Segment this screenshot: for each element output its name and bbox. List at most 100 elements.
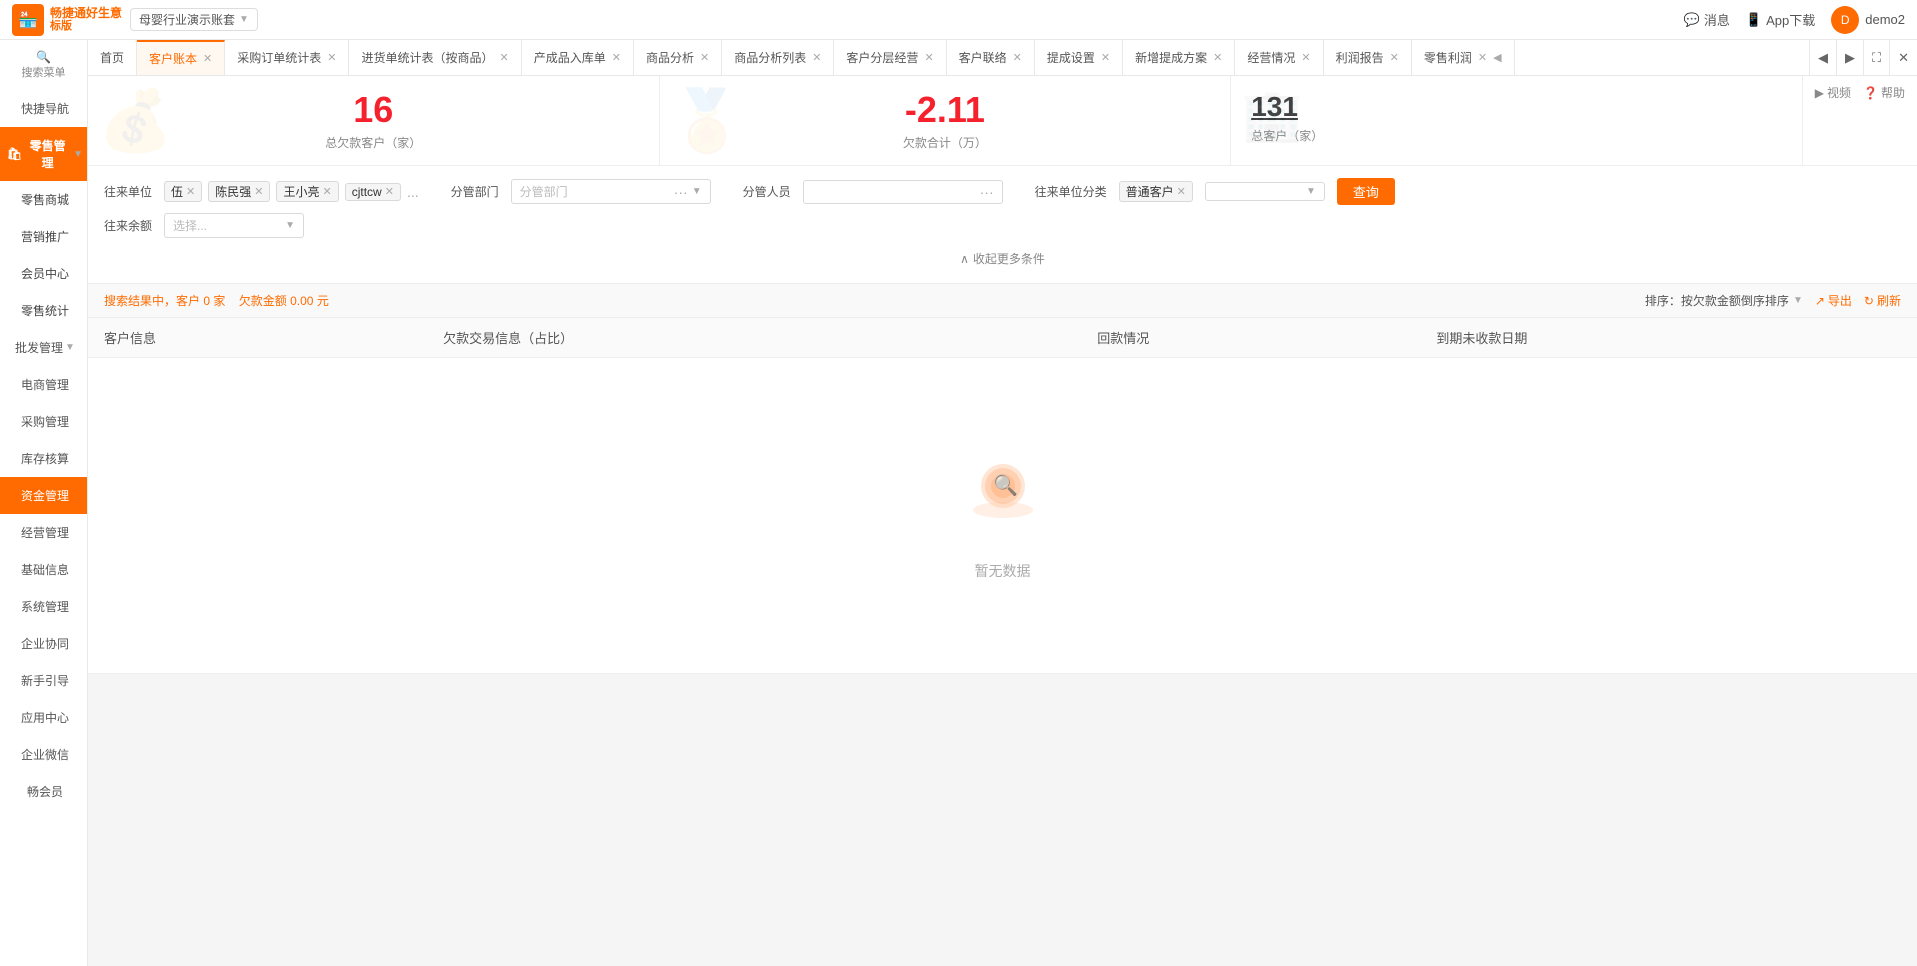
refresh-button[interactable]: ↻ 刷新 [1864,292,1901,309]
top-bar-right: 💬 消息 📱 App下载 D demo2 [1684,6,1905,34]
table-header-row: 客户信息 欠款交易信息（占比） 回款情况 到期未收款日期 [88,318,1917,358]
top-bar: 🏪 畅捷通好生意 标版 母婴行业演示账套 ▼ 💬 消息 📱 App下载 D de… [0,0,1917,40]
refresh-icon: ↻ [1864,294,1874,308]
stat-label-debt-customers: 总欠款客户（家） [325,134,421,151]
sidebar-item-quick-nav[interactable]: 快捷导航 [0,90,87,127]
sidebar-item-ecommerce[interactable]: 电商管理 [0,366,87,403]
tab-close-icon[interactable]: ✕ [812,51,821,64]
tag-close-wang[interactable]: ✕ [323,185,332,198]
collapse-button[interactable]: ∧ 收起更多条件 [960,250,1045,267]
tag-close-wu[interactable]: ✕ [186,185,195,198]
stats-bar: 💰 16 总欠款客户（家） 🏅 -2.11 欠款合计（万） 🏢 131 总客户（… [88,76,1917,166]
account-selector[interactable]: 母婴行业演示账套 ▼ [130,8,258,31]
sidebar-item-member-center[interactable]: 会员中心 [0,255,87,292]
unit-tag-wang: 王小亮 ✕ [276,181,338,202]
tab-new-commission[interactable]: 新增提成方案 ✕ [1123,40,1235,75]
more-tags-button[interactable]: ... [407,184,419,200]
empty-icon: 🔍 [963,450,1043,549]
tab-close-icon[interactable]: ✕ [700,51,709,64]
sort-selector[interactable]: 排序：按欠款金额倒序排序 ▼ [1645,292,1803,309]
tab-close-icon[interactable]: ✕ [327,51,336,64]
tab-home[interactable]: 首页 [88,40,137,75]
stat-total-debt-amount: 🏅 -2.11 欠款合计（万） [660,76,1232,165]
tab-profit-report[interactable]: 利润报告 ✕ [1324,40,1412,75]
category-select[interactable]: ▼ [1205,182,1325,201]
video-button[interactable]: ▶ 视频 [1815,84,1851,101]
tab-close-icon[interactable]: ✕ [1213,51,1222,64]
tab-product-analysis[interactable]: 商品分析 ✕ [634,40,722,75]
tab-close-icon[interactable]: ✕ [203,52,212,65]
tab-retail-profit[interactable]: 零售利润 ✕ ◀ [1412,40,1515,75]
tab-customer-ledger[interactable]: 客户账本 ✕ [137,40,225,75]
tab-close-icon[interactable]: ✕ [1301,51,1310,64]
tab-purchase-stats-by-product[interactable]: 进货单统计表（按商品） ✕ [349,40,521,75]
tab-prev-button[interactable]: ◀ [1809,40,1836,75]
building-bg-icon: 🏢 [1241,86,1792,145]
staff-select[interactable]: ··· [803,180,1003,204]
tab-bar: 首页 客户账本 ✕ 采购订单统计表 ✕ 进货单统计表（按商品） ✕ 产成品入库单… [88,40,1917,76]
brand-icon: 🏪 [12,4,44,36]
tab-customer-tier[interactable]: 客户分层经营 ✕ [834,40,946,75]
tab-close-icon[interactable]: ✕ [1101,51,1110,64]
sidebar-item-retail-shop[interactable]: 零售商城 [0,181,87,218]
tab-finished-goods[interactable]: 产成品入库单 ✕ [522,40,634,75]
phone-icon: 📱 [1746,12,1762,28]
sidebar-search[interactable]: 🔍 搜索菜单 [0,40,87,90]
sidebar-item-chang-member[interactable]: 畅会员 [0,773,87,810]
stat-total-debt-customers: 💰 16 总欠款客户（家） [88,76,660,165]
tab-commission-settings[interactable]: 提成设置 ✕ [1035,40,1123,75]
tab-purchase-order-stats[interactable]: 采购订单统计表 ✕ [225,40,349,75]
sidebar-item-system[interactable]: 系统管理 [0,588,87,625]
sidebar-item-enterprise-collab[interactable]: 企业协同 [0,625,87,662]
tab-close-icon[interactable]: ✕ [1478,51,1487,64]
stat-bar-actions: ▶ 视频 ❓ 帮助 [1803,76,1917,165]
balance-select[interactable]: 选择... ▼ [164,213,304,238]
tab-close-icon[interactable]: ✕ [1013,51,1022,64]
chevron-icon: ▼ [73,149,83,160]
sidebar-item-retail-stats[interactable]: 零售统计 [0,292,87,329]
app-download-button[interactable]: 📱 App下载 [1746,10,1815,29]
sidebar-item-app-center[interactable]: 应用中心 [0,699,87,736]
sidebar-item-newcomer[interactable]: 新手引导 [0,662,87,699]
sidebar-item-operations[interactable]: 经营管理 [0,514,87,551]
export-button[interactable]: ↗ 导出 [1815,292,1852,309]
message-button[interactable]: 💬 消息 [1684,10,1730,29]
tag-close-chen[interactable]: ✕ [254,185,263,198]
sidebar-item-purchase[interactable]: 采购管理 [0,403,87,440]
tab-close-all-button[interactable]: ✕ [1889,40,1917,75]
sidebar: 🔍 搜索菜单 快捷导航 🛍 零售管理 ▼ 零售商城 营销推广 会员中心 零售统计… [0,40,88,966]
dept-select[interactable]: 分管部门 ··· ▼ [511,179,711,204]
tab-customer-contact[interactable]: 客户联络 ✕ [947,40,1035,75]
user-menu[interactable]: D demo2 [1831,6,1905,34]
tab-controls: ◀ ▶ ⛶ ✕ [1809,40,1917,75]
filter-row-units: 往来单位 伍 ✕ 陈民强 ✕ 王小亮 ✕ [104,178,1901,205]
query-button[interactable]: 查询 [1337,178,1395,205]
sidebar-item-enterprise-wechat[interactable]: 企业微信 [0,736,87,773]
sidebar-item-wholesale[interactable]: 批发管理 ▼ [0,329,87,366]
tab-close-icon[interactable]: ✕ [924,51,933,64]
tab-close-icon[interactable]: ✕ [500,51,509,64]
tag-close-normal[interactable]: ✕ [1177,185,1186,198]
tab-close-icon[interactable]: ✕ [1390,51,1399,64]
chevron-down-icon: ▼ [239,14,249,25]
tab-product-analysis-list[interactable]: 商品分析列表 ✕ [722,40,834,75]
sidebar-item-marketing[interactable]: 营销推广 [0,218,87,255]
top-bar-left: 🏪 畅捷通好生意 标版 母婴行业演示账套 ▼ [12,4,258,36]
help-button[interactable]: ❓ 帮助 [1863,84,1905,101]
tab-operation-status[interactable]: 经营情况 ✕ [1235,40,1323,75]
category-label: 往来单位分类 [1035,183,1107,200]
unit-tags: 伍 ✕ 陈民强 ✕ 王小亮 ✕ cjttcw ✕ [164,181,419,202]
sidebar-item-retail-management[interactable]: 🛍 零售管理 ▼ [0,127,87,181]
tab-fullscreen-button[interactable]: ⛶ [1863,40,1889,75]
sidebar-item-basic-info[interactable]: 基础信息 [0,551,87,588]
filter-row-balance: 往来余额 选择... ▼ [104,213,1901,238]
staff-more-icon: ··· [980,184,994,200]
tab-close-icon[interactable]: ✕ [612,51,621,64]
unit-tag-chen: 陈民强 ✕ [208,181,270,202]
sidebar-item-inventory[interactable]: 库存核算 [0,440,87,477]
result-info: 搜索结果中，客户 0 家 欠款金额 0.00 元 [104,292,329,309]
sidebar-item-finance[interactable]: 资金管理 [0,477,87,514]
stat-value-debt-customers: 16 [353,90,393,130]
tag-close-cjttcw[interactable]: ✕ [385,185,394,198]
tab-next-button[interactable]: ▶ [1836,40,1863,75]
